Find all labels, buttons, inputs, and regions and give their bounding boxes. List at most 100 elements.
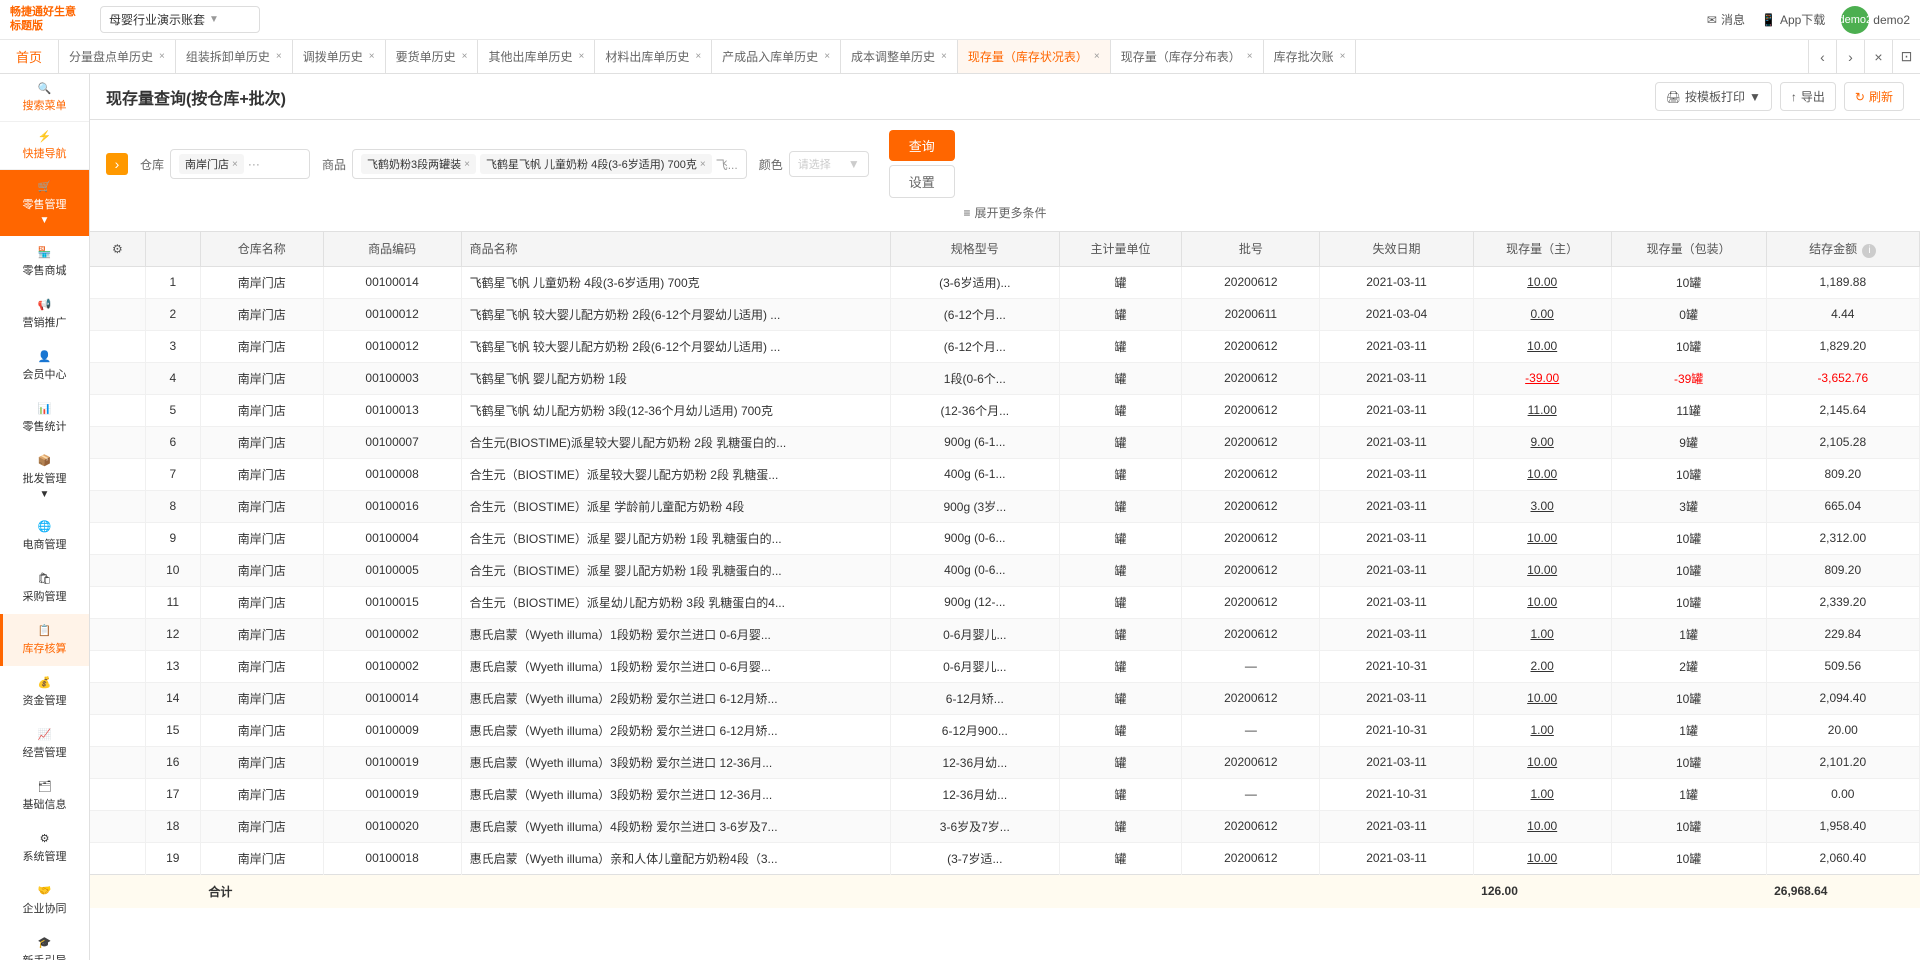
expand-more-button[interactable]: ≡ 展开更多条件 (106, 204, 1904, 221)
tab-close-inv-dist[interactable]: × (1247, 51, 1253, 62)
query-button[interactable]: 查询 (889, 130, 955, 161)
warehouse-tag-group[interactable]: 南岸门店 × ··· (170, 149, 310, 179)
row-setting[interactable] (90, 778, 145, 810)
sidebar-item-basic[interactable]: 🗂 基础信息 (0, 770, 89, 822)
workspace-selector[interactable]: 母婴行业演示账套 ▼ (100, 6, 260, 33)
sidebar-item-ecommerce[interactable]: 🌐 电商管理 (0, 510, 89, 562)
row-qty-main[interactable]: 10.00 (1473, 266, 1611, 298)
warehouse-tag-close[interactable]: × (232, 159, 238, 170)
tab-inventory-dist[interactable]: 现存量（库存分布表） × (1111, 40, 1264, 73)
tab-close-inv-status[interactable]: × (1094, 51, 1100, 62)
row-qty-main[interactable]: 11.00 (1473, 394, 1611, 426)
sidebar-item-system[interactable]: ⚙ 系统管理 (0, 822, 89, 874)
row-setting[interactable] (90, 810, 145, 842)
row-setting[interactable] (90, 682, 145, 714)
row-qty-main[interactable]: 10.00 (1473, 458, 1611, 490)
row-qty-main[interactable]: 10.00 (1473, 522, 1611, 554)
sidebar-item-enterprise[interactable]: 🤝 企业协同 (0, 874, 89, 926)
print-button[interactable]: 🖨 按模板打印 ▼ (1655, 82, 1772, 111)
row-setting[interactable] (90, 746, 145, 778)
messages-button[interactable]: ✉ 消息 (1707, 11, 1745, 28)
sidebar-search[interactable]: 🔍 搜索菜单 (0, 74, 89, 122)
tab-maximize-button[interactable]: ⊡ (1892, 40, 1920, 74)
product-tag-2-close[interactable]: × (700, 159, 706, 170)
tab-close-blend[interactable]: × (369, 51, 375, 62)
tab-close-req[interactable]: × (462, 51, 468, 62)
row-setting[interactable] (90, 490, 145, 522)
sidebar-item-inventory[interactable]: 📋 库存核算 (0, 614, 89, 666)
row-qty-main[interactable]: 10.00 (1473, 746, 1611, 778)
tab-close-cost[interactable]: × (941, 51, 947, 62)
row-setting[interactable] (90, 426, 145, 458)
row-qty-main[interactable]: 2.00 (1473, 650, 1611, 682)
refresh-button[interactable]: ↻ 刷新 (1844, 82, 1904, 111)
tab-split-inventory[interactable]: 分量盘点单历史 × (59, 40, 176, 73)
row-setting[interactable] (90, 842, 145, 874)
sidebar-item-guide[interactable]: 🎓 新手引导 (0, 926, 89, 960)
row-setting[interactable] (90, 522, 145, 554)
tab-inventory-status[interactable]: 现存量（库存状况表） × (958, 40, 1111, 73)
row-qty-main[interactable]: 10.00 (1473, 682, 1611, 714)
tab-close-button[interactable]: × (1864, 40, 1892, 74)
sidebar-item-wholesale[interactable]: 📦 批发管理 ▼ (0, 444, 89, 510)
row-setting[interactable] (90, 554, 145, 586)
tab-material-out[interactable]: 材料出库单历史 × (595, 40, 712, 73)
tab-home[interactable]: 首页 (0, 40, 59, 73)
row-qty-main[interactable]: 1.00 (1473, 778, 1611, 810)
product-tag-1-close[interactable]: × (464, 159, 470, 170)
row-setting[interactable] (90, 618, 145, 650)
row-qty-main[interactable]: 9.00 (1473, 426, 1611, 458)
tab-product-in[interactable]: 产成品入库单历史 × (712, 40, 841, 73)
row-qty-main[interactable]: 10.00 (1473, 586, 1611, 618)
row-setting[interactable] (90, 362, 145, 394)
tab-close-product[interactable]: × (824, 51, 830, 62)
warehouse-more[interactable]: ··· (248, 157, 260, 171)
row-qty-main[interactable]: 10.00 (1473, 330, 1611, 362)
tab-close-material[interactable]: × (695, 51, 701, 62)
tab-close-split[interactable]: × (159, 51, 165, 62)
sidebar-item-business[interactable]: 📈 经营管理 (0, 718, 89, 770)
tab-batch-account[interactable]: 库存批次账 × (1264, 40, 1357, 73)
row-qty-main[interactable]: 10.00 (1473, 810, 1611, 842)
tab-cost-adjust[interactable]: 成本调整单历史 × (841, 40, 958, 73)
row-setting[interactable] (90, 714, 145, 746)
tab-blend[interactable]: 调拨单历史 × (293, 40, 386, 73)
settings-button[interactable]: 设置 (889, 165, 955, 198)
tab-close-other[interactable]: × (578, 51, 584, 62)
row-qty-main[interactable]: 1.00 (1473, 714, 1611, 746)
sidebar-item-finance[interactable]: 💰 资金管理 (0, 666, 89, 718)
row-qty-main[interactable]: 1.00 (1473, 618, 1611, 650)
sidebar-item-retail-stats[interactable]: 📊 零售统计 (0, 392, 89, 444)
filter-expand-button[interactable]: › (106, 153, 128, 175)
sidebar-item-member[interactable]: 👤 会员中心 (0, 340, 89, 392)
col-header-setting[interactable]: ⚙ (90, 232, 145, 266)
tab-other-out[interactable]: 其他出库单历史 × (478, 40, 595, 73)
sidebar-item-marketing[interactable]: 📢 营销推广 (0, 288, 89, 340)
export-button[interactable]: ↑ 导出 (1780, 82, 1836, 111)
sidebar-item-retail[interactable]: 🛒 零售管理 ▼ (0, 170, 89, 236)
user-profile[interactable]: demo2 demo2 (1841, 6, 1910, 34)
color-select[interactable]: 请选择 ▼ (789, 151, 869, 177)
row-qty-main[interactable]: 0.00 (1473, 298, 1611, 330)
tab-close-disassembly[interactable]: × (276, 51, 282, 62)
row-setting[interactable] (90, 394, 145, 426)
row-setting[interactable] (90, 586, 145, 618)
row-qty-main[interactable]: -39.00 (1473, 362, 1611, 394)
product-more[interactable]: 飞... (716, 156, 738, 173)
tab-prev-button[interactable]: ‹ (1808, 40, 1836, 74)
tab-disassembly[interactable]: 组装拆卸单历史 × (176, 40, 293, 73)
row-qty-main[interactable]: 10.00 (1473, 554, 1611, 586)
app-download-button[interactable]: 📱 App下载 (1761, 11, 1825, 28)
row-qty-main[interactable]: 10.00 (1473, 842, 1611, 874)
table-container[interactable]: ⚙ 仓库名称 商品编码 商品名称 规格型号 主计量单位 批号 失效日期 现存量（… (90, 232, 1920, 960)
row-setting[interactable] (90, 458, 145, 490)
sidebar-item-purchase[interactable]: 🛍 采购管理 (0, 562, 89, 614)
tab-close-batch[interactable]: × (1340, 51, 1346, 62)
balance-info-icon[interactable]: i (1862, 244, 1876, 258)
sidebar-item-retail-shop[interactable]: 🏪 零售商城 (0, 236, 89, 288)
product-tag-group[interactable]: 飞鹤奶粉3段两罐装 × 飞鹤星飞帆 儿童奶粉 4段(3-6岁适用) 700克 ×… (352, 149, 747, 179)
row-qty-main[interactable]: 3.00 (1473, 490, 1611, 522)
tab-requisition[interactable]: 要货单历史 × (386, 40, 479, 73)
row-setting[interactable] (90, 266, 145, 298)
row-setting[interactable] (90, 298, 145, 330)
